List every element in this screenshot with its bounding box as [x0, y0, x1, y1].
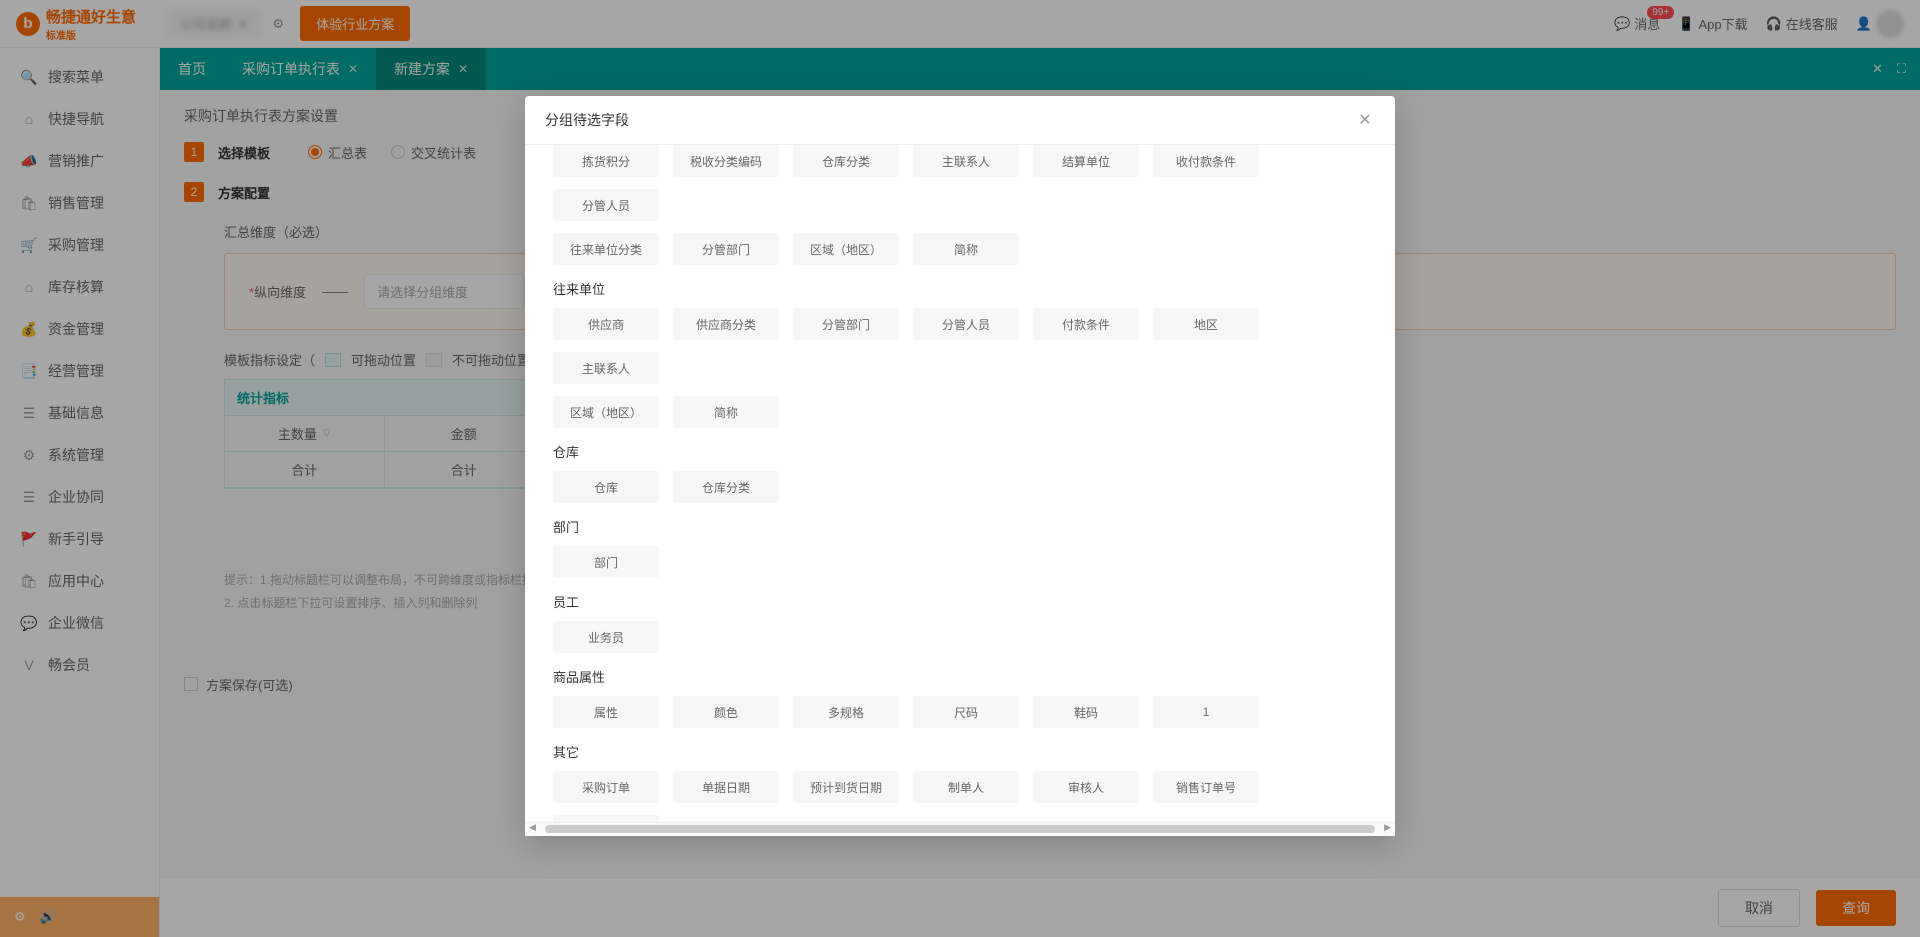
field-chip[interactable]: 审核人 [1033, 771, 1139, 803]
field-chip[interactable]: 尺码 [913, 696, 1019, 728]
field-chip[interactable]: 1 [1153, 696, 1259, 728]
field-chip[interactable]: 部门 [553, 546, 659, 578]
group-title: 商品属性 [553, 667, 1375, 686]
field-chip[interactable]: 收付款条件 [1153, 145, 1259, 177]
modal-horizontal-scrollbar[interactable] [525, 822, 1395, 836]
field-chip[interactable]: 拣货积分 [553, 145, 659, 177]
field-chip[interactable]: 供应商分类 [673, 308, 779, 340]
field-chip[interactable]: 主联系人 [913, 145, 1019, 177]
field-chip[interactable]: 预计到货日期 [793, 771, 899, 803]
group-title: 员工 [553, 592, 1375, 611]
field-chip[interactable]: 区域（地区） [793, 233, 899, 265]
modal-header: 分组待选字段 ✕ [525, 96, 1395, 145]
group-title: 往来单位 [553, 279, 1375, 298]
modal-body[interactable]: 拣货积分税收分类编码仓库分类主联系人结算单位收付款条件分管人员 往来单位分类分管… [525, 145, 1395, 822]
group-title: 其它 [553, 742, 1375, 761]
field-chip[interactable]: 付款条件 [1033, 308, 1139, 340]
scrollbar-thumb[interactable] [545, 825, 1375, 833]
field-chip[interactable]: 销售订单号 [1153, 771, 1259, 803]
field-group: 其它采购订单单据日期预计到货日期制单人审核人销售订单号销售订单（明细）赠品采购单… [553, 742, 1375, 822]
field-group: 员工业务员 [553, 592, 1375, 653]
field-selector-modal: 分组待选字段 ✕ 拣货积分税收分类编码仓库分类主联系人结算单位收付款条件分管人员… [525, 96, 1395, 836]
field-group: 部门部门 [553, 517, 1375, 578]
field-chip[interactable]: 主联系人 [553, 352, 659, 384]
field-chip[interactable]: 鞋码 [1033, 696, 1139, 728]
field-chip[interactable]: 业务员 [553, 621, 659, 653]
field-chip[interactable]: 制单人 [913, 771, 1019, 803]
field-group: 仓库仓库仓库分类 [553, 442, 1375, 503]
field-chip[interactable]: 供应商 [553, 308, 659, 340]
field-chip[interactable]: 往来单位分类 [553, 233, 659, 265]
field-chip[interactable]: 分管部门 [673, 233, 779, 265]
field-chip[interactable]: 分管人员 [553, 189, 659, 221]
field-chip[interactable]: 区域（地区） [553, 396, 659, 428]
field-group: 商品属性属性颜色多规格尺码鞋码 1 [553, 667, 1375, 728]
field-chip[interactable]: 颜色 [673, 696, 779, 728]
field-chip[interactable]: 结算单位 [1033, 145, 1139, 177]
field-chip[interactable]: 分管人员 [913, 308, 1019, 340]
group-title: 部门 [553, 517, 1375, 536]
field-chip[interactable]: 销售订单（明细） [553, 815, 659, 822]
field-chip[interactable]: 仓库分类 [793, 145, 899, 177]
field-chip[interactable]: 分管部门 [793, 308, 899, 340]
field-chip[interactable]: 仓库 [553, 471, 659, 503]
field-chip[interactable]: 采购订单 [553, 771, 659, 803]
modal-title: 分组待选字段 [545, 110, 629, 130]
modal-close-icon[interactable]: ✕ [1355, 110, 1375, 130]
field-chip[interactable]: 单据日期 [673, 771, 779, 803]
field-chip[interactable]: 地区 [1153, 308, 1259, 340]
field-group: 往来单位供应商供应商分类分管部门分管人员付款条件地区主联系人区域（地区） 简称 [553, 279, 1375, 428]
field-chip[interactable]: 属性 [553, 696, 659, 728]
field-chip[interactable]: 多规格 [793, 696, 899, 728]
field-chip[interactable]: 税收分类编码 [673, 145, 779, 177]
field-chip[interactable]: 简称 [913, 233, 1019, 265]
field-chip[interactable]: 简称 [673, 396, 779, 428]
group-title: 仓库 [553, 442, 1375, 461]
field-chip[interactable]: 仓库分类 [673, 471, 779, 503]
